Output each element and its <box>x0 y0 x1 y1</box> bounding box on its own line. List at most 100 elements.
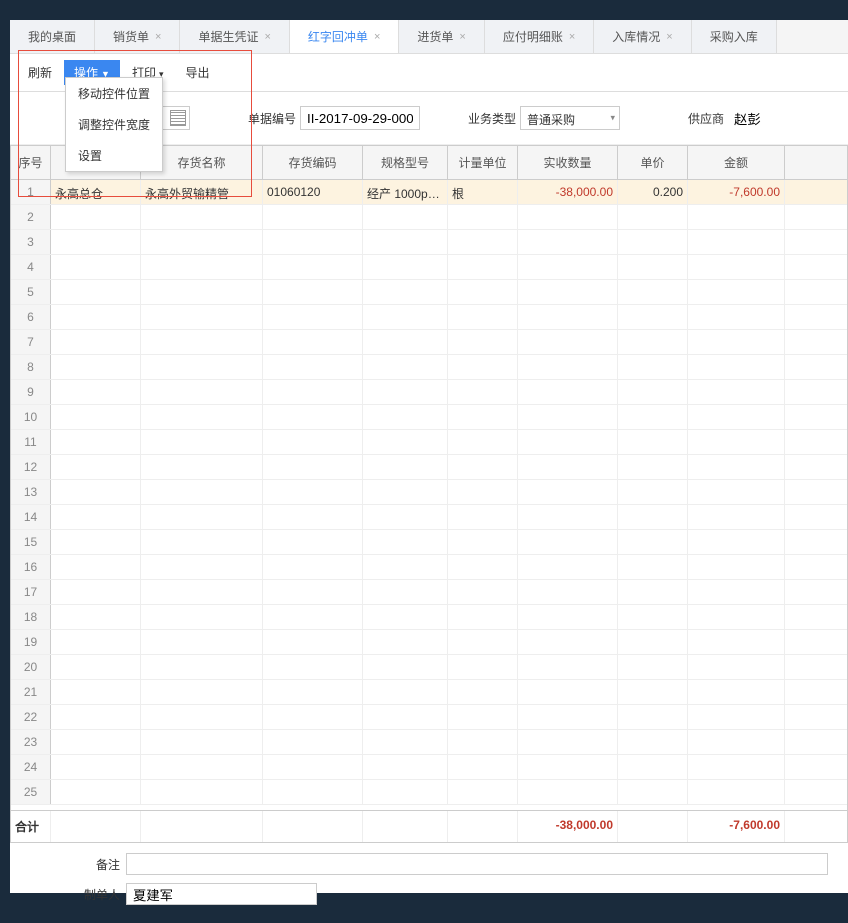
table-row[interactable]: 19 <box>11 630 847 655</box>
tab-desktop[interactable]: 我的桌面 <box>10 20 95 53</box>
footer-qty: -38,000.00 <box>518 811 618 842</box>
cell-price: 0.200 <box>618 180 688 204</box>
close-icon[interactable]: × <box>264 31 270 43</box>
row-num: 20 <box>11 655 51 679</box>
tab-payable[interactable]: 应付明细账× <box>485 20 594 53</box>
close-icon[interactable]: × <box>155 31 161 43</box>
row-num: 22 <box>11 705 51 729</box>
table-row[interactable]: 8 <box>11 355 847 380</box>
refresh-button[interactable]: 刷新 <box>18 60 62 85</box>
cell-unit: 根 <box>448 180 518 204</box>
table-row[interactable]: 2 <box>11 205 847 230</box>
table-row[interactable]: 12 <box>11 455 847 480</box>
row-num: 17 <box>11 580 51 604</box>
table-row[interactable]: 7 <box>11 330 847 355</box>
table-row[interactable]: 9 <box>11 380 847 405</box>
row-num: 24 <box>11 755 51 779</box>
row-num: 2 <box>11 205 51 229</box>
table-row[interactable]: 21 <box>11 680 847 705</box>
row-num: 19 <box>11 630 51 654</box>
supplier-input[interactable] <box>728 106 778 130</box>
biz-type-select[interactable]: 普通采购▾ <box>520 106 620 130</box>
table-row[interactable]: 25 <box>11 780 847 805</box>
tab-inbound[interactable]: 入库情况× <box>594 20 691 53</box>
row-num: 21 <box>11 680 51 704</box>
supplier-label: 供应商 <box>688 110 724 127</box>
row-num: 11 <box>11 430 51 454</box>
row-num: 18 <box>11 605 51 629</box>
row-num: 12 <box>11 455 51 479</box>
cell-code: 01060120 <box>263 180 363 204</box>
table-row[interactable]: 1 永高总仓 永高外贸输精管 01060120 经产 1000pc... 根 -… <box>11 180 847 205</box>
row-num: 13 <box>11 480 51 504</box>
remark-input[interactable] <box>126 853 828 875</box>
col-code[interactable]: 存货编码 <box>263 146 363 179</box>
col-amt[interactable]: 金额 <box>688 146 785 179</box>
remark-label: 备注 <box>70 856 120 873</box>
col-spec[interactable]: 规格型号 <box>363 146 448 179</box>
table-row[interactable]: 16 <box>11 555 847 580</box>
table-row[interactable]: 20 <box>11 655 847 680</box>
row-num: 3 <box>11 230 51 254</box>
tab-purchase[interactable]: 进货单× <box>399 20 484 53</box>
tab-bar: 我的桌面 销货单× 单据生凭证× 红字回冲单× 进货单× 应付明细账× 入库情况… <box>10 20 848 54</box>
move-controls-item[interactable]: 移动控件位置 <box>66 78 162 109</box>
export-button[interactable]: 导出 <box>176 60 220 85</box>
table-row[interactable]: 18 <box>11 605 847 630</box>
row-num: 6 <box>11 305 51 329</box>
adjust-width-item[interactable]: 调整控件宽度 <box>66 109 162 140</box>
close-icon[interactable]: × <box>374 31 380 43</box>
maker-input[interactable] <box>126 883 317 905</box>
doc-no-input[interactable] <box>300 106 420 130</box>
table-row[interactable]: 22 <box>11 705 847 730</box>
cell-amt: -7,600.00 <box>688 180 785 204</box>
table-row[interactable]: 23 <box>11 730 847 755</box>
table-row[interactable]: 15 <box>11 530 847 555</box>
table-row[interactable]: 11 <box>11 430 847 455</box>
tab-sales[interactable]: 销货单× <box>95 20 180 53</box>
row-num: 14 <box>11 505 51 529</box>
table-row[interactable]: 14 <box>11 505 847 530</box>
footer-amt: -7,600.00 <box>688 811 785 842</box>
table-row[interactable]: 3 <box>11 230 847 255</box>
grid-footer: 合计 -38,000.00 -7,600.00 <box>11 810 847 842</box>
table-row[interactable]: 10 <box>11 405 847 430</box>
col-qty[interactable]: 实收数量 <box>518 146 618 179</box>
table-row[interactable]: 4 <box>11 255 847 280</box>
row-num: 25 <box>11 780 51 804</box>
cell-name: 永高外贸输精管 <box>141 180 263 204</box>
tab-voucher[interactable]: 单据生凭证× <box>180 20 289 53</box>
row-num: 7 <box>11 330 51 354</box>
data-grid: 序号 存货名称 存货编码 规格型号 计量单位 实收数量 单价 金额 1 永高总仓… <box>10 145 848 843</box>
row-num: 15 <box>11 530 51 554</box>
col-price[interactable]: 单价 <box>618 146 688 179</box>
grid-body[interactable]: 1 永高总仓 永高外贸输精管 01060120 经产 1000pc... 根 -… <box>11 180 847 810</box>
row-num: 23 <box>11 730 51 754</box>
row-num: 8 <box>11 355 51 379</box>
row-num: 9 <box>11 380 51 404</box>
col-seq[interactable]: 序号 <box>11 146 51 179</box>
chevron-down-icon: ▾ <box>611 113 616 124</box>
close-icon[interactable]: × <box>666 31 672 43</box>
table-row[interactable]: 24 <box>11 755 847 780</box>
close-icon[interactable]: × <box>569 31 575 43</box>
table-row[interactable]: 6 <box>11 305 847 330</box>
settings-item[interactable]: 设置 <box>66 140 162 171</box>
row-num: 10 <box>11 405 51 429</box>
calendar-icon[interactable] <box>170 110 186 126</box>
row-num: 1 <box>11 180 51 204</box>
tab-redletter[interactable]: 红字回冲单× <box>290 20 399 53</box>
table-row[interactable]: 5 <box>11 280 847 305</box>
maker-label: 制单人 <box>70 886 120 903</box>
close-icon[interactable]: × <box>459 31 465 43</box>
tab-purchasein[interactable]: 采购入库 <box>692 20 777 53</box>
cell-wh: 永高总仓 <box>51 180 141 204</box>
table-row[interactable]: 17 <box>11 580 847 605</box>
footer-label: 合计 <box>11 811 51 842</box>
bottom-form: 备注 制单人 <box>10 843 848 923</box>
row-num: 4 <box>11 255 51 279</box>
cell-spec: 经产 1000pc... <box>363 180 448 204</box>
col-unit[interactable]: 计量单位 <box>448 146 518 179</box>
table-row[interactable]: 13 <box>11 480 847 505</box>
row-num: 16 <box>11 555 51 579</box>
